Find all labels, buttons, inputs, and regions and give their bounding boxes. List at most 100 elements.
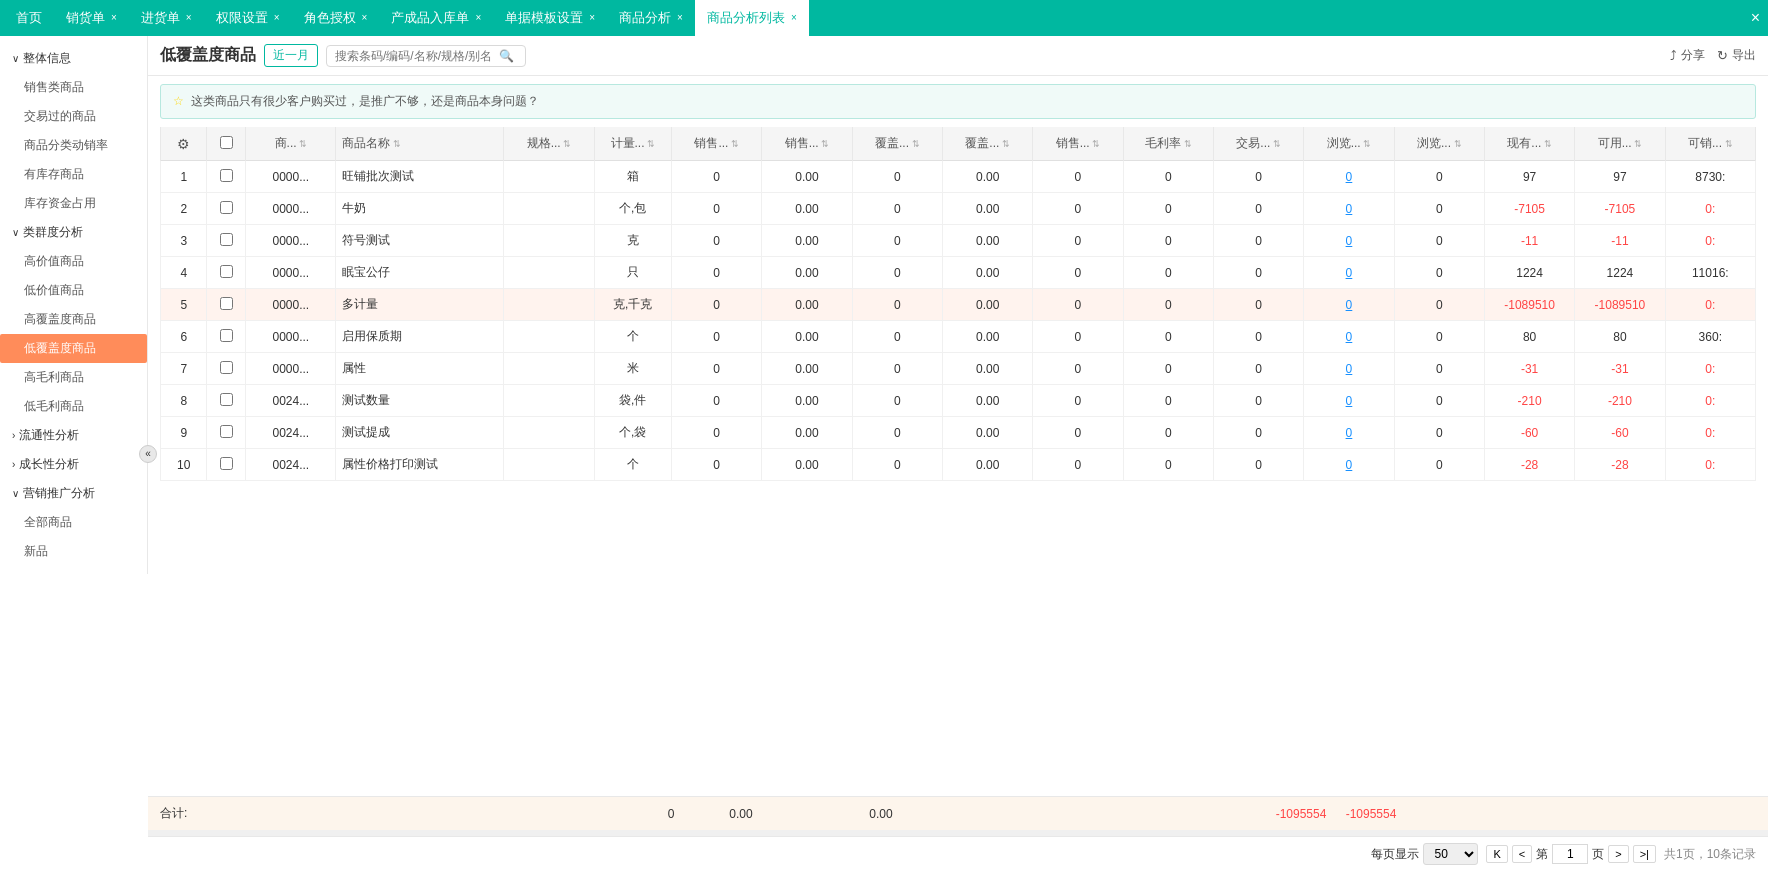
cell-browse1[interactable]: 0 bbox=[1304, 385, 1394, 417]
search-icon[interactable]: 🔍 bbox=[499, 49, 514, 63]
nav-tab-goods-analysis-close[interactable]: × bbox=[677, 0, 683, 36]
row-checkbox[interactable] bbox=[220, 201, 233, 214]
th-spec[interactable]: 规格... bbox=[504, 127, 594, 161]
nav-tab-template-close[interactable]: × bbox=[589, 0, 595, 36]
nav-tab-purchase[interactable]: 进货单 × bbox=[129, 0, 204, 36]
sidebar-group-cluster[interactable]: ∨ 类群度分析 bbox=[0, 218, 147, 247]
cell-check[interactable] bbox=[207, 161, 246, 193]
sidebar-item-low-value[interactable]: 低价值商品 bbox=[0, 276, 147, 305]
nav-tab-product-entry[interactable]: 产成品入库单 × bbox=[379, 0, 493, 36]
sidebar-item-new-goods[interactable]: 新品 bbox=[0, 537, 147, 566]
cell-check[interactable] bbox=[207, 417, 246, 449]
time-filter-button[interactable]: 近一月 bbox=[264, 44, 318, 67]
cell-browse1[interactable]: 0 bbox=[1304, 289, 1394, 321]
nav-tab-template[interactable]: 单据模板设置 × bbox=[493, 0, 607, 36]
close-all-tabs-icon[interactable]: × bbox=[1751, 0, 1760, 36]
nav-tab-goods-analysis-list-close[interactable]: × bbox=[791, 0, 797, 36]
nav-tab-home[interactable]: 首页 bbox=[4, 0, 54, 36]
cell-check[interactable] bbox=[207, 225, 246, 257]
cell-browse1[interactable]: 0 bbox=[1304, 161, 1394, 193]
row-checkbox[interactable] bbox=[220, 361, 233, 374]
row-checkbox[interactable] bbox=[220, 457, 233, 470]
row-checkbox[interactable] bbox=[220, 297, 233, 310]
share-button[interactable]: ⤴ 分享 bbox=[1670, 47, 1705, 64]
last-page-button[interactable]: >| bbox=[1633, 845, 1656, 863]
nav-tab-role[interactable]: 角色授权 × bbox=[292, 0, 380, 36]
nav-tab-sales[interactable]: 销货单 × bbox=[54, 0, 129, 36]
th-sellable[interactable]: 可销... bbox=[1665, 127, 1755, 161]
cell-check[interactable] bbox=[207, 353, 246, 385]
cell-check[interactable] bbox=[207, 449, 246, 481]
th-name[interactable]: 商品名称 bbox=[336, 127, 504, 161]
sidebar-group-marketing[interactable]: ∨ 营销推广分析 bbox=[0, 479, 147, 508]
row-checkbox[interactable] bbox=[220, 169, 233, 182]
sidebar-item-low-coverage[interactable]: 低覆盖度商品 bbox=[0, 334, 147, 363]
nav-tab-goods-analysis-list[interactable]: 商品分析列表 × bbox=[695, 0, 809, 36]
th-available[interactable]: 可用... bbox=[1575, 127, 1665, 161]
cell-browse1[interactable]: 0 bbox=[1304, 193, 1394, 225]
th-sales-qty[interactable]: 销售... bbox=[671, 127, 761, 161]
cell-browse1[interactable]: 0 bbox=[1304, 417, 1394, 449]
sidebar-group-growth[interactable]: › 成长性分析 bbox=[0, 450, 147, 479]
per-page-dropdown[interactable]: 50 100 200 bbox=[1423, 843, 1478, 865]
settings-icon[interactable]: ⚙ bbox=[177, 136, 190, 152]
cell-check[interactable] bbox=[207, 257, 246, 289]
sidebar-item-stocked-goods[interactable]: 有库存商品 bbox=[0, 160, 147, 189]
sidebar-item-traded-goods[interactable]: 交易过的商品 bbox=[0, 102, 147, 131]
row-checkbox[interactable] bbox=[220, 233, 233, 246]
th-settings[interactable]: ⚙ bbox=[161, 127, 207, 161]
cell-check[interactable] bbox=[207, 289, 246, 321]
th-code[interactable]: 商... bbox=[246, 127, 336, 161]
sidebar-item-sales-goods[interactable]: 销售类商品 bbox=[0, 73, 147, 102]
cell-check[interactable] bbox=[207, 385, 246, 417]
prev-page-button[interactable]: < bbox=[1512, 845, 1532, 863]
sidebar-item-category-rate[interactable]: 商品分类动销率 bbox=[0, 131, 147, 160]
nav-tab-permission[interactable]: 权限设置 × bbox=[204, 0, 292, 36]
export-button[interactable]: ↻ 导出 bbox=[1717, 47, 1756, 64]
next-page-button[interactable]: > bbox=[1608, 845, 1628, 863]
cell-sales-qty: 0 bbox=[671, 161, 761, 193]
th-trade[interactable]: 交易... bbox=[1213, 127, 1303, 161]
sidebar-collapse-button[interactable]: « bbox=[139, 445, 157, 463]
row-checkbox[interactable] bbox=[220, 425, 233, 438]
th-coverage2[interactable]: 覆盖... bbox=[942, 127, 1032, 161]
nav-tab-role-close[interactable]: × bbox=[362, 0, 368, 36]
th-gross-rate[interactable]: 毛利率 bbox=[1123, 127, 1213, 161]
nav-tab-purchase-close[interactable]: × bbox=[186, 0, 192, 36]
th-coverage1[interactable]: 覆盖... bbox=[852, 127, 942, 161]
nav-tab-goods-analysis[interactable]: 商品分析 × bbox=[607, 0, 695, 36]
sidebar-item-high-margin[interactable]: 高毛利商品 bbox=[0, 363, 147, 392]
th-current[interactable]: 现有... bbox=[1484, 127, 1574, 161]
sidebar-item-low-margin[interactable]: 低毛利商品 bbox=[0, 392, 147, 421]
cell-check[interactable] bbox=[207, 321, 246, 353]
row-checkbox[interactable] bbox=[220, 265, 233, 278]
row-checkbox[interactable] bbox=[220, 393, 233, 406]
cell-check[interactable] bbox=[207, 193, 246, 225]
cell-browse1[interactable]: 0 bbox=[1304, 321, 1394, 353]
nav-tab-permission-close[interactable]: × bbox=[274, 0, 280, 36]
table-container[interactable]: ⚙ 商... 商品名称 规格... 计量... 销售... 销售... 覆盖.. bbox=[148, 127, 1768, 796]
select-all-checkbox[interactable] bbox=[220, 136, 233, 149]
search-input[interactable] bbox=[335, 49, 495, 63]
cell-browse1[interactable]: 0 bbox=[1304, 449, 1394, 481]
sidebar-item-high-coverage[interactable]: 高覆盖度商品 bbox=[0, 305, 147, 334]
cell-browse1[interactable]: 0 bbox=[1304, 257, 1394, 289]
th-sales-cnt[interactable]: 销售... bbox=[1033, 127, 1123, 161]
nav-tab-sales-close[interactable]: × bbox=[111, 0, 117, 36]
nav-tab-product-entry-close[interactable]: × bbox=[475, 0, 481, 36]
row-checkbox[interactable] bbox=[220, 329, 233, 342]
cell-browse1[interactable]: 0 bbox=[1304, 225, 1394, 257]
th-unit[interactable]: 计量... bbox=[594, 127, 671, 161]
th-sales-amt[interactable]: 销售... bbox=[762, 127, 852, 161]
sidebar-group-liquidity[interactable]: › 流通性分析 bbox=[0, 421, 147, 450]
cell-browse1[interactable]: 0 bbox=[1304, 353, 1394, 385]
sidebar-item-high-value[interactable]: 高价值商品 bbox=[0, 247, 147, 276]
sidebar-item-stock-capital[interactable]: 库存资金占用 bbox=[0, 189, 147, 218]
sidebar-group-overview[interactable]: ∨ 整体信息 bbox=[0, 44, 147, 73]
first-page-button[interactable]: K bbox=[1486, 845, 1507, 863]
page-input[interactable]: 1 bbox=[1552, 844, 1588, 864]
th-checkbox[interactable] bbox=[207, 127, 246, 161]
th-browse2[interactable]: 浏览... bbox=[1394, 127, 1484, 161]
sidebar-item-all-goods[interactable]: 全部商品 bbox=[0, 508, 147, 537]
th-browse1[interactable]: 浏览... bbox=[1304, 127, 1394, 161]
